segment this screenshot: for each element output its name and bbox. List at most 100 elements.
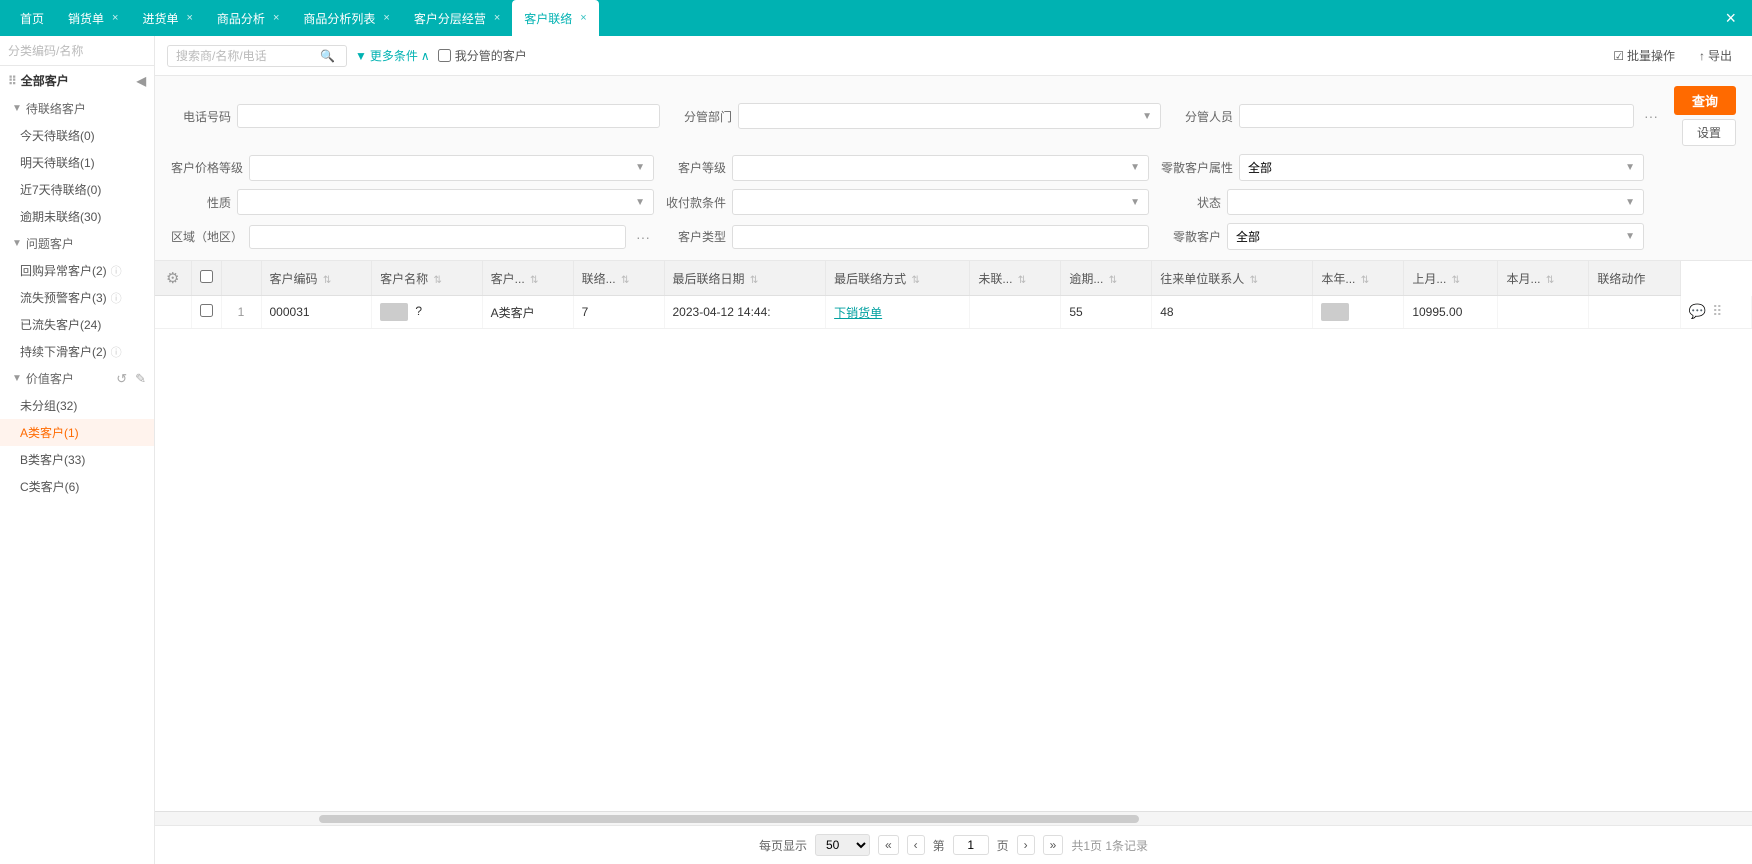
content-area: 🔍 ▼ 更多条件 ∧ 我分管的客户 ☑ 批量操作 ↑ 导出 — [155, 36, 1752, 864]
page-size-select[interactable]: 50 20 100 — [815, 834, 870, 856]
settings-button[interactable]: 设置 — [1682, 119, 1736, 146]
sort-icon-visit-contact[interactable]: ⇅ — [1250, 275, 1258, 286]
nav-goods-list-close[interactable]: × — [383, 12, 389, 24]
cust-type-input[interactable] — [732, 225, 1149, 249]
region-dots[interactable]: ··· — [632, 229, 654, 245]
sidebar-item-tomorrow[interactable]: 明天待联络(1) — [0, 149, 154, 176]
sort-icon-contact[interactable]: ⇅ — [621, 275, 629, 286]
filter-search-icon[interactable]: 🔍 — [320, 49, 335, 63]
sidebar-group-value-customer[interactable]: ▼ 价值客户 ↺ ✎ — [0, 365, 154, 392]
sidebar-item-7days[interactable]: 近7天待联络(0) — [0, 176, 154, 203]
sidebar-item-class-c[interactable]: C类客户(6) — [0, 473, 154, 500]
horizontal-scrollbar[interactable] — [155, 811, 1752, 825]
table-settings-icon[interactable]: ⚙ — [166, 270, 179, 287]
sidebar-group-pending-contact[interactable]: ▼ 待联络客户 — [0, 95, 154, 122]
nature-select[interactable]: ▼ — [237, 189, 654, 215]
app-close-button[interactable]: × — [1717, 8, 1744, 29]
refresh-icon[interactable]: ↺ — [116, 371, 127, 387]
sidebar-item-overdue[interactable]: 逾期未联络(30) — [0, 203, 154, 230]
nav-customer-contact-close[interactable]: × — [580, 12, 586, 24]
payment-select[interactable]: ▼ — [732, 189, 1149, 215]
region-input[interactable] — [249, 225, 626, 249]
retail-cust-label: 零散客户 — [1161, 228, 1221, 245]
sidebar-item-repeat-abnormal[interactable]: 回购异常客户(2) ⓘ — [0, 257, 154, 284]
person-dots[interactable]: ··· — [1640, 108, 1662, 124]
sidebar-search-input[interactable] — [8, 44, 155, 58]
sort-icon-name[interactable]: ⇅ — [433, 275, 441, 286]
batch-op-btn[interactable]: ☑ 批量操作 — [1605, 44, 1683, 67]
last-method-link[interactable]: 下销货单 — [834, 306, 882, 320]
select-all-checkbox[interactable] — [200, 270, 213, 283]
sort-icon-last-method[interactable]: ⇅ — [911, 275, 919, 286]
filter-search-container: 🔍 — [167, 45, 347, 67]
person-input[interactable] — [1239, 104, 1634, 128]
nav-customer-segment[interactable]: 客户分层经营 × — [402, 0, 512, 36]
action-chat-icon[interactable]: 💬 — [1689, 303, 1706, 320]
customer-name-text[interactable]: ? — [415, 304, 422, 318]
sidebar-item-today[interactable]: 今天待联络(0) — [0, 122, 154, 149]
sort-icon-code[interactable]: ⇅ — [323, 275, 331, 286]
filter-cell-price-grade: 客户价格等级 ▼ — [171, 155, 654, 181]
sidebar-item-lost[interactable]: 已流失客户(24) — [0, 311, 154, 338]
table-body: 1 000031 ? A类客户 7 2023-04-12 14:44: 下销货单 — [155, 296, 1752, 329]
scrollbar-thumb[interactable] — [319, 815, 1139, 823]
sort-icon-this-month[interactable]: ⇅ — [1546, 275, 1554, 286]
sidebar-collapse-icon[interactable]: ◀ — [137, 74, 146, 88]
page-number-input[interactable] — [953, 835, 989, 855]
sort-icon-last-month[interactable]: ⇅ — [1452, 275, 1460, 286]
export-btn[interactable]: ↑ 导出 — [1691, 44, 1740, 67]
row-ctype: A类客户 — [482, 296, 573, 329]
col-code: 客户编码 ⇅ — [261, 261, 372, 296]
filter-more-conditions-btn[interactable]: ▼ 更多条件 ∧ — [355, 47, 430, 64]
phone-input[interactable] — [237, 104, 660, 128]
retail-cust-select[interactable]: 全部▼ — [1227, 223, 1644, 250]
nav-customer-contact[interactable]: 客户联络 × — [512, 0, 598, 36]
nav-sales-close[interactable]: × — [112, 12, 118, 24]
nav-purchase[interactable]: 进货单 × — [130, 0, 204, 36]
retail-attr-select[interactable]: 全部▼ — [1239, 154, 1644, 181]
sort-icon-ctype[interactable]: ⇅ — [530, 275, 538, 286]
row-code: 000031 — [261, 296, 372, 329]
sidebar-item-lost-predicted[interactable]: 流失预警客户(3) ⓘ — [0, 284, 154, 311]
nav-goods-list[interactable]: 商品分析列表 × — [291, 0, 401, 36]
col-settings: ⚙ — [155, 261, 191, 296]
next-page-btn[interactable]: › — [1017, 835, 1035, 855]
nav-purchase-close[interactable]: × — [186, 12, 192, 24]
sidebar-item-unclassified[interactable]: 未分组(32) — [0, 392, 154, 419]
query-btn-group: 查询 设置 — [1674, 86, 1736, 146]
nav-customer-segment-close[interactable]: × — [494, 12, 500, 24]
cust-grade-select[interactable]: ▼ — [732, 155, 1149, 181]
sidebar-item-class-a[interactable]: A类客户(1) — [0, 419, 154, 446]
dept-select[interactable]: ▼ — [738, 103, 1161, 129]
first-page-btn[interactable]: « — [878, 835, 899, 855]
advanced-filters: 电话号码 分管部门 ▼ 分管人员 ··· 查询 设置 — [155, 76, 1752, 261]
status-caret: ▼ — [1625, 197, 1635, 208]
filter-cell-region: 区域（地区） ··· — [171, 225, 654, 249]
sort-icon-overdue[interactable]: ⇅ — [1109, 275, 1117, 286]
prev-page-btn[interactable]: ‹ — [907, 835, 925, 855]
last-page-btn[interactable]: » — [1043, 835, 1064, 855]
sort-icon-uncontacted[interactable]: ⇅ — [1018, 275, 1026, 286]
filter-row-4: 区域（地区） ··· 客户类型 零散客户 全部▼ — [171, 223, 1736, 250]
row-this-year: 10995.00 — [1404, 296, 1498, 329]
row-checkbox[interactable] — [200, 304, 213, 317]
filter-search-input[interactable] — [176, 49, 316, 63]
row-last-method[interactable]: 下销货单 — [826, 296, 970, 329]
nav-goods-close[interactable]: × — [273, 12, 279, 24]
query-button[interactable]: 查询 — [1674, 86, 1736, 115]
sort-icon-last-date[interactable]: ⇅ — [750, 275, 758, 286]
action-more-icon[interactable]: ⠿ — [1712, 303, 1722, 320]
sidebar-group-problem-customer[interactable]: ▼ 问题客户 — [0, 230, 154, 257]
arrow-down-icon-3: ▼ — [12, 373, 22, 384]
nav-sales[interactable]: 销货单 × — [56, 0, 130, 36]
sort-icon-this-year[interactable]: ⇅ — [1361, 275, 1369, 286]
price-grade-select[interactable]: ▼ — [249, 155, 654, 181]
sidebar-item-continuous-decrease[interactable]: 持续下滑客户(2) ⓘ — [0, 338, 154, 365]
status-select[interactable]: ▼ — [1227, 189, 1644, 215]
my-customers-checkbox[interactable] — [438, 49, 451, 62]
nav-goods[interactable]: 商品分析 × — [205, 0, 291, 36]
edit-icon[interactable]: ✎ — [135, 371, 146, 387]
my-customers-filter[interactable]: 我分管的客户 — [438, 47, 527, 64]
sidebar-item-class-b[interactable]: B类客户(33) — [0, 446, 154, 473]
nav-home[interactable]: 首页 — [8, 0, 56, 36]
